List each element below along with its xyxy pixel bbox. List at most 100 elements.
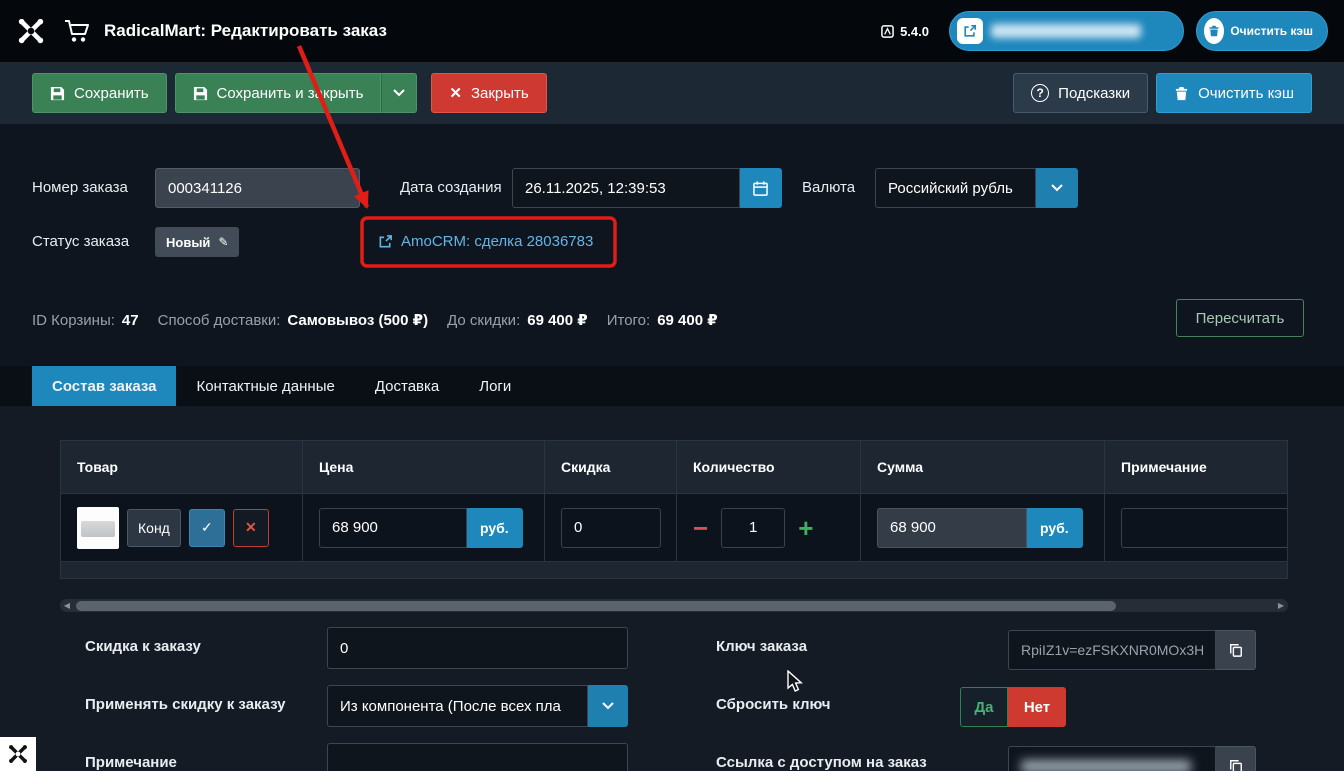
currency-label: Валюта [802,179,855,196]
save-icon [193,86,208,101]
scroll-right-arrow-icon[interactable]: ▶ [1274,599,1288,612]
col-product: Товар [61,441,303,493]
tab-contact-data[interactable]: Контактные данные [176,366,354,406]
order-status-label: Статус заказа [32,233,129,250]
table-header-row: Товар Цена Скидка Количество Сумма Приме… [61,441,1288,493]
tab-logs[interactable]: Логи [459,366,531,406]
close-icon: ✕ [449,84,462,102]
copy-link-button[interactable] [1216,746,1256,771]
price-cell: руб. [303,494,545,561]
access-link-input[interactable] [1008,746,1216,771]
order-number-input[interactable] [155,168,360,208]
save-and-close-label: Сохранить и закрыть [217,85,364,102]
note-input[interactable] [1121,508,1288,548]
created-date-input[interactable] [512,168,740,208]
blurred-site-name [991,24,1141,38]
table-footer-strip [61,561,1288,578]
product-check-button[interactable]: ✓ [189,509,225,547]
clear-cache-label: Очистить кэш [1198,85,1294,102]
cart-id-value: 47 [122,312,139,329]
reset-key-label: Сбросить ключ [716,696,831,713]
close-button[interactable]: ✕ Закрыть [431,73,546,113]
note-cell [1105,494,1288,561]
subtotal-value: 69 400 ₽ [527,311,587,329]
col-quantity: Количество [677,441,861,493]
scrollbar-thumb[interactable] [76,601,1116,611]
clear-cache-button[interactable]: Очистить кэш [1156,73,1312,113]
sum-cell: руб. [861,494,1105,561]
quantity-cell: − + [677,494,861,561]
table-row: Конд ✓ ✕ руб. [61,493,1288,561]
product-cell: Конд ✓ ✕ [61,494,303,561]
order-key-input[interactable] [1008,630,1216,670]
calendar-button[interactable] [740,168,782,208]
cart-id-label: ID Корзины: [32,312,115,329]
trash-icon [1174,86,1189,101]
order-tabs: Состав заказа Контактные данные Доставка… [0,366,1344,406]
order-note-input[interactable] [327,743,628,771]
apply-discount-dropdown-toggle[interactable] [588,685,628,727]
price-input[interactable] [319,508,467,548]
joomla-version: 5.4.0 [881,24,929,39]
scrollbar-track[interactable] [74,599,1274,612]
order-status-badge[interactable]: Новый ✎ [155,227,239,257]
horizontal-scrollbar[interactable]: ◀ ▶ [60,599,1288,612]
tab-shipping[interactable]: Доставка [355,366,459,406]
amocrm-deal-link[interactable]: AmoCRM: сделка 28036783 [378,233,593,250]
order-key-group [1008,630,1256,670]
trash-icon [1204,18,1224,44]
pencil-icon: ✎ [218,235,228,249]
amocrm-link-text: AmoCRM: сделка 28036783 [401,233,593,250]
discount-input[interactable] [561,508,661,548]
status-value: Новый [166,235,210,250]
chevron-down-icon [602,702,614,710]
subtotal-label: До скидки: [447,312,520,329]
admin-topbar: RadicalMart: Редактировать заказ 5.4.0 [0,0,1344,62]
radicalmart-order-edit-screen: RadicalMart: Редактировать заказ 5.4.0 [0,0,1344,771]
sum-input[interactable] [877,508,1027,548]
save-button[interactable]: Сохранить [32,73,167,113]
site-preview-button[interactable] [949,11,1184,51]
action-toolbar: Сохранить Сохранить и закрыть ✕ Закрыть … [0,62,1344,124]
scroll-left-arrow-icon[interactable]: ◀ [60,599,74,612]
save-options-dropdown-toggle[interactable] [381,73,417,113]
order-discount-label: Скидка к заказу [85,638,201,655]
version-icon [881,25,894,38]
blurred-access-link [1021,760,1191,771]
order-summary-bar: ID Корзины: 47 Способ доставки: Самовыво… [32,298,1312,342]
currency-dropdown-toggle[interactable] [1036,168,1078,208]
topbar-clear-cache-button[interactable]: Очистить кэш [1196,11,1328,51]
close-label: Закрыть [471,85,529,102]
save-label: Сохранить [74,85,149,102]
hints-button[interactable]: ? Подсказки [1013,73,1148,113]
sum-currency-suffix: руб. [1027,508,1083,548]
recalculate-button[interactable]: Пересчитать [1176,299,1304,337]
reset-key-yes-option[interactable]: Да [960,687,1008,727]
copy-key-button[interactable] [1216,630,1256,670]
order-discount-input[interactable] [327,627,628,669]
save-and-close-button[interactable]: Сохранить и закрыть [175,73,382,113]
hints-label: Подсказки [1058,85,1130,102]
total-value: 69 400 ₽ [657,311,717,329]
apply-discount-select[interactable]: Из компонента (После всех пла [327,685,628,727]
shipping-value: Самовывоз (500 ₽) [287,311,428,329]
col-note: Примечание [1105,441,1288,493]
check-icon: ✓ [201,519,213,536]
quantity-input[interactable] [721,508,785,548]
apply-discount-value: Из компонента (После всех пла [327,685,588,727]
external-link-icon [378,234,393,249]
products-table: Товар Цена Скидка Количество Сумма Приме… [60,440,1288,579]
access-link-group [1008,746,1256,771]
cart-icon [64,19,90,43]
product-name-button[interactable]: Конд [127,509,181,547]
save-close-split-button: Сохранить и закрыть [175,73,418,113]
topbar-right: 5.4.0 Очистить кэш [881,11,1328,51]
quantity-plus-button[interactable]: + [798,515,813,541]
tab-order-items[interactable]: Состав заказа [32,366,176,406]
currency-select[interactable]: Российский рубль [875,168,1078,208]
reset-key-no-option[interactable]: Нет [1008,687,1066,727]
product-thumbnail [77,507,119,549]
product-remove-button[interactable]: ✕ [233,509,269,547]
col-price: Цена [303,441,545,493]
quantity-minus-button[interactable]: − [693,515,708,541]
